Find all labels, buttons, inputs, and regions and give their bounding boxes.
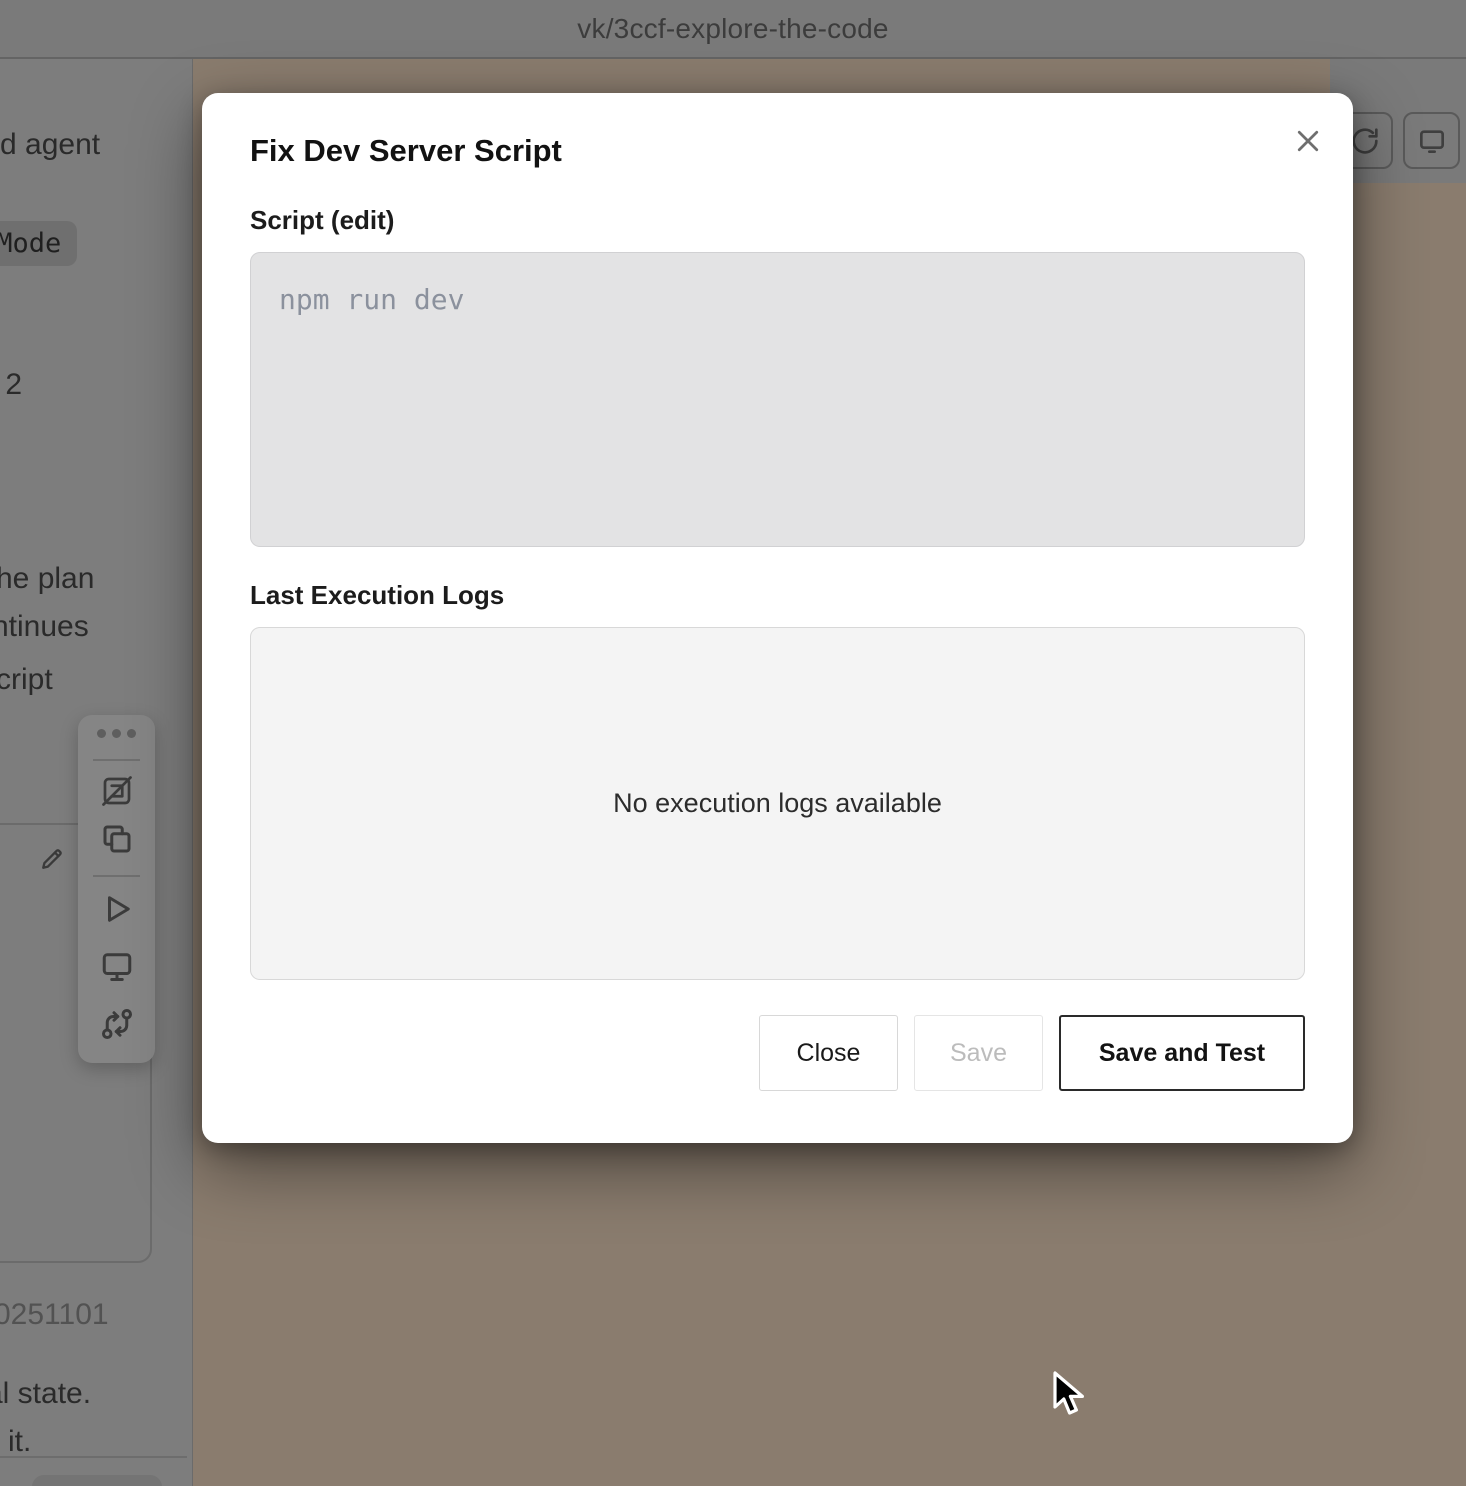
dialog-title: Fix Dev Server Script (250, 133, 562, 168)
script-input[interactable] (250, 252, 1305, 547)
pencil-icon (38, 845, 66, 873)
close-dialog-button[interactable] (1288, 121, 1328, 161)
branch-title: vk/3ccf-explore-the-code (577, 12, 889, 44)
logs-label: Last Execution Logs (250, 580, 505, 610)
toolbar-divider (93, 875, 140, 877)
dialog-button-row: Close Save Save and Test (250, 1015, 1305, 1091)
fix-dev-server-script-dialog: Fix Dev Server Script Script (edit) Last… (202, 93, 1353, 1143)
save-and-test-button[interactable]: Save and Test (1059, 1015, 1305, 1091)
floating-toolbar (78, 715, 155, 1063)
window-titlebar: vk/3ccf-explore-the-code (0, 0, 1466, 59)
chat-sidebar-backdrop: d agent nMode y 2 he plan ntinues cript (0, 59, 193, 1486)
save-button[interactable]: Save (914, 1015, 1043, 1091)
execution-logs-panel: No execution logs available (250, 627, 1305, 980)
play-icon (78, 891, 155, 927)
monitor-icon (78, 948, 155, 984)
sidebar-text-fragment: y 2 (0, 368, 23, 401)
sidebar-text-fragment: ntinues (0, 610, 89, 643)
desktop-preview-button (1403, 112, 1460, 169)
design-mode-icon (78, 773, 155, 809)
logs-empty-message: No execution logs available (613, 788, 942, 818)
refresh-icon (1349, 125, 1381, 157)
monitor-icon (1416, 125, 1448, 157)
sidebar-text-fragment: he plan (0, 562, 95, 595)
drag-handle-icon (78, 729, 155, 738)
sidebar-text-fragment: al state. (0, 1377, 92, 1410)
screen: vk/3ccf-explore-the-code d agent nMode y… (0, 0, 1466, 1486)
close-button[interactable]: Close (759, 1015, 898, 1091)
script-label: Script (edit) (250, 205, 395, 235)
git-compare-icon (78, 1006, 155, 1042)
sidebar-text-fragment: it. (8, 1425, 32, 1458)
sidebar-text-fragment: d agent (0, 128, 101, 161)
close-icon (1293, 126, 1323, 156)
inline-code-chip: nMode (0, 221, 78, 266)
sidebar-divider (0, 1456, 187, 1458)
sidebar-text-fragment: 0251101 (0, 1298, 109, 1331)
copy-icon (78, 821, 155, 857)
toolbar-divider (93, 759, 140, 761)
sidebar-bottom-button (32, 1475, 162, 1486)
sidebar-text-fragment: cript (0, 663, 53, 696)
